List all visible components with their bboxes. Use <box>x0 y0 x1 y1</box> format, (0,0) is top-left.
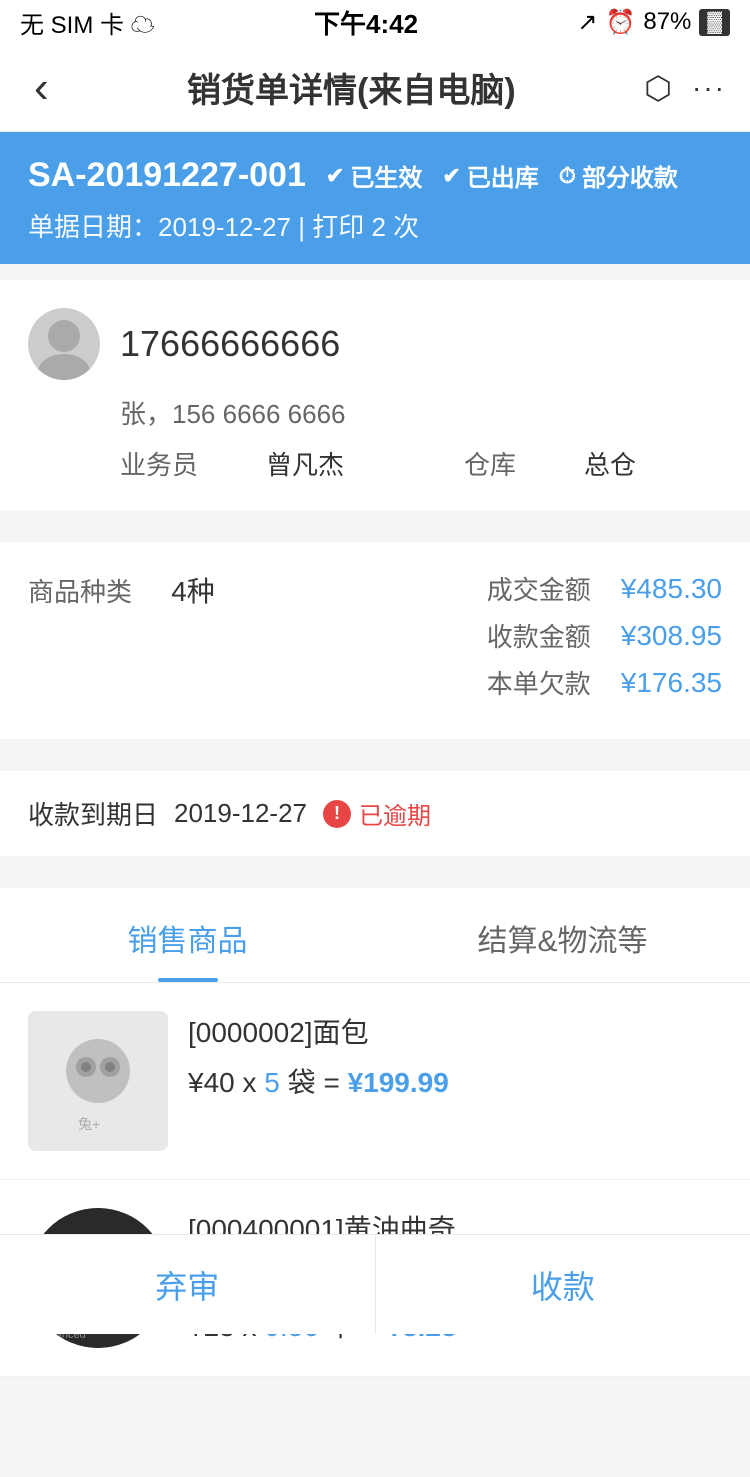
warehouse-value: 总仓 <box>584 445 636 482</box>
customer-meta: 业务员 曾凡杰 仓库 总仓 <box>120 445 722 482</box>
order-id-row: SA-20191227-001 ✔ 已生效 ✔ 已出库 ⏱ 部分收款 <box>28 156 722 195</box>
equals-1: = <box>323 1067 347 1098</box>
received-row: 收款金额 ¥308.95 <box>487 617 722 654</box>
amount-value: ¥485.30 <box>621 573 722 605</box>
share-icon[interactable]: ⬡ <box>644 69 672 107</box>
owl-icon: 兔+ <box>28 1011 168 1151</box>
more-icon[interactable]: ··· <box>692 72 726 104</box>
tab-sales-products[interactable]: 销售商品 <box>0 888 375 982</box>
warehouse-label: 仓库 <box>464 445 516 482</box>
stats-right: 成交金额 ¥485.30 收款金额 ¥308.95 本单欠款 ¥176.35 <box>487 570 722 711</box>
separator: | <box>298 212 312 242</box>
table-row: 兔+ [0000002]面包 ¥40 x 5 袋 = ¥199.99 <box>0 983 750 1180</box>
sales-label: 业务员 <box>120 445 198 482</box>
total-1: ¥199.99 <box>348 1067 449 1098</box>
product-types-row: 商品种类 4种 <box>28 570 215 610</box>
bottom-bar: 弃审 收款 <box>0 1234 750 1334</box>
quantity-1: 5 <box>264 1067 280 1098</box>
divider-1 <box>0 264 750 280</box>
back-button[interactable]: ‹ <box>24 53 59 123</box>
avatar <box>28 308 100 380</box>
status-right: ↗ ⏰ 87% ▓ <box>577 8 730 37</box>
battery-icon: ▓ <box>699 9 730 36</box>
nav-actions: ⬡ ··· <box>644 69 726 107</box>
stats-section: 商品种类 4种 成交金额 ¥485.30 收款金额 ¥308.95 本单欠款 ¥… <box>0 542 750 739</box>
check-icon-1: ✔ <box>326 163 344 189</box>
clock-icon: ⏱ <box>559 163 576 189</box>
page-title: 销货单详情(来自电脑) <box>187 63 516 112</box>
customer-id: 17666666666 <box>120 323 340 365</box>
amount-label: 成交金额 <box>487 570 591 607</box>
amount-row: 成交金额 ¥485.30 <box>487 570 722 607</box>
check-icon-2: ✔ <box>442 163 460 189</box>
sim-status: 无 SIM 卡 ☁ <box>20 5 155 40</box>
divider-2 <box>0 526 750 542</box>
received-label: 收款金额 <box>487 617 591 654</box>
divider-4 <box>0 872 750 888</box>
due-date: 2019-12-27 <box>174 798 307 829</box>
customer-row: 17666666666 <box>28 308 722 380</box>
product-name-1: [0000002]面包 <box>188 1011 722 1051</box>
overdue-icon: ! <box>323 800 351 828</box>
product-price-1: ¥40 x 5 袋 = ¥199.99 <box>188 1061 722 1101</box>
status-badge-shipped: ✔ 已出库 <box>442 158 538 193</box>
status-badge-effective: ✔ 已生效 <box>326 158 422 193</box>
status-badge-partial: ⏱ 部分收款 <box>559 158 678 193</box>
nav-bar: ‹ 销货单详情(来自电脑) ⬡ ··· <box>0 44 750 132</box>
customer-section: 17666666666 张，156 6666 6666 业务员 曾凡杰 仓库 总… <box>0 280 750 510</box>
tabs-section: 销售商品 结算&物流等 <box>0 888 750 983</box>
alarm-icon: ⏰ <box>605 8 635 37</box>
debt-row: 本单欠款 ¥176.35 <box>487 664 722 701</box>
unit-1: 袋 <box>288 1067 316 1098</box>
svg-text:兔+: 兔+ <box>78 1116 100 1132</box>
customer-sub: 张，156 6666 6666 <box>120 394 722 431</box>
product-types-value: 4种 <box>171 576 215 607</box>
sales-value: 曾凡杰 <box>266 445 344 482</box>
unit-price-1: ¥40 <box>188 1067 235 1098</box>
collect-payment-button[interactable]: 收款 <box>376 1235 750 1334</box>
battery-status: 87% <box>643 8 691 36</box>
debt-label: 本单欠款 <box>487 664 591 701</box>
cancel-review-button[interactable]: 弃审 <box>0 1235 376 1334</box>
product-thumb-1: 兔+ <box>28 1011 168 1151</box>
due-label: 收款到期日 <box>28 795 158 832</box>
product-types-label: 商品种类 <box>28 572 148 609</box>
overdue-badge: ! 已逾期 <box>323 796 431 831</box>
product-info-1: [0000002]面包 ¥40 x 5 袋 = ¥199.99 <box>188 1011 722 1101</box>
order-header: SA-20191227-001 ✔ 已生效 ✔ 已出库 ⏱ 部分收款 单据日期：… <box>0 132 750 264</box>
status-time: 下午4:42 <box>314 4 418 41</box>
order-date: 单据日期：2019-12-27 | 打印 2 次 <box>28 207 722 244</box>
bottom-spacer <box>0 1377 750 1477</box>
status-bar: 无 SIM 卡 ☁ 下午4:42 ↗ ⏰ 87% ▓ <box>0 0 750 44</box>
avatar-icon <box>28 308 100 380</box>
status-left: 无 SIM 卡 ☁ <box>20 5 155 40</box>
overdue-text: 已逾期 <box>359 796 431 831</box>
due-section: 收款到期日 2019-12-27 ! 已逾期 <box>0 771 750 856</box>
debt-value: ¥176.35 <box>621 667 722 699</box>
tab-settlement[interactable]: 结算&物流等 <box>375 888 750 982</box>
order-id: SA-20191227-001 <box>28 156 306 195</box>
tabs-row: 销售商品 结算&物流等 <box>0 888 750 983</box>
stats-left: 商品种类 4种 <box>28 570 215 618</box>
location-icon: ↗ <box>577 8 597 37</box>
received-value: ¥308.95 <box>621 620 722 652</box>
multiply-1: x <box>243 1067 265 1098</box>
divider-3 <box>0 755 750 771</box>
